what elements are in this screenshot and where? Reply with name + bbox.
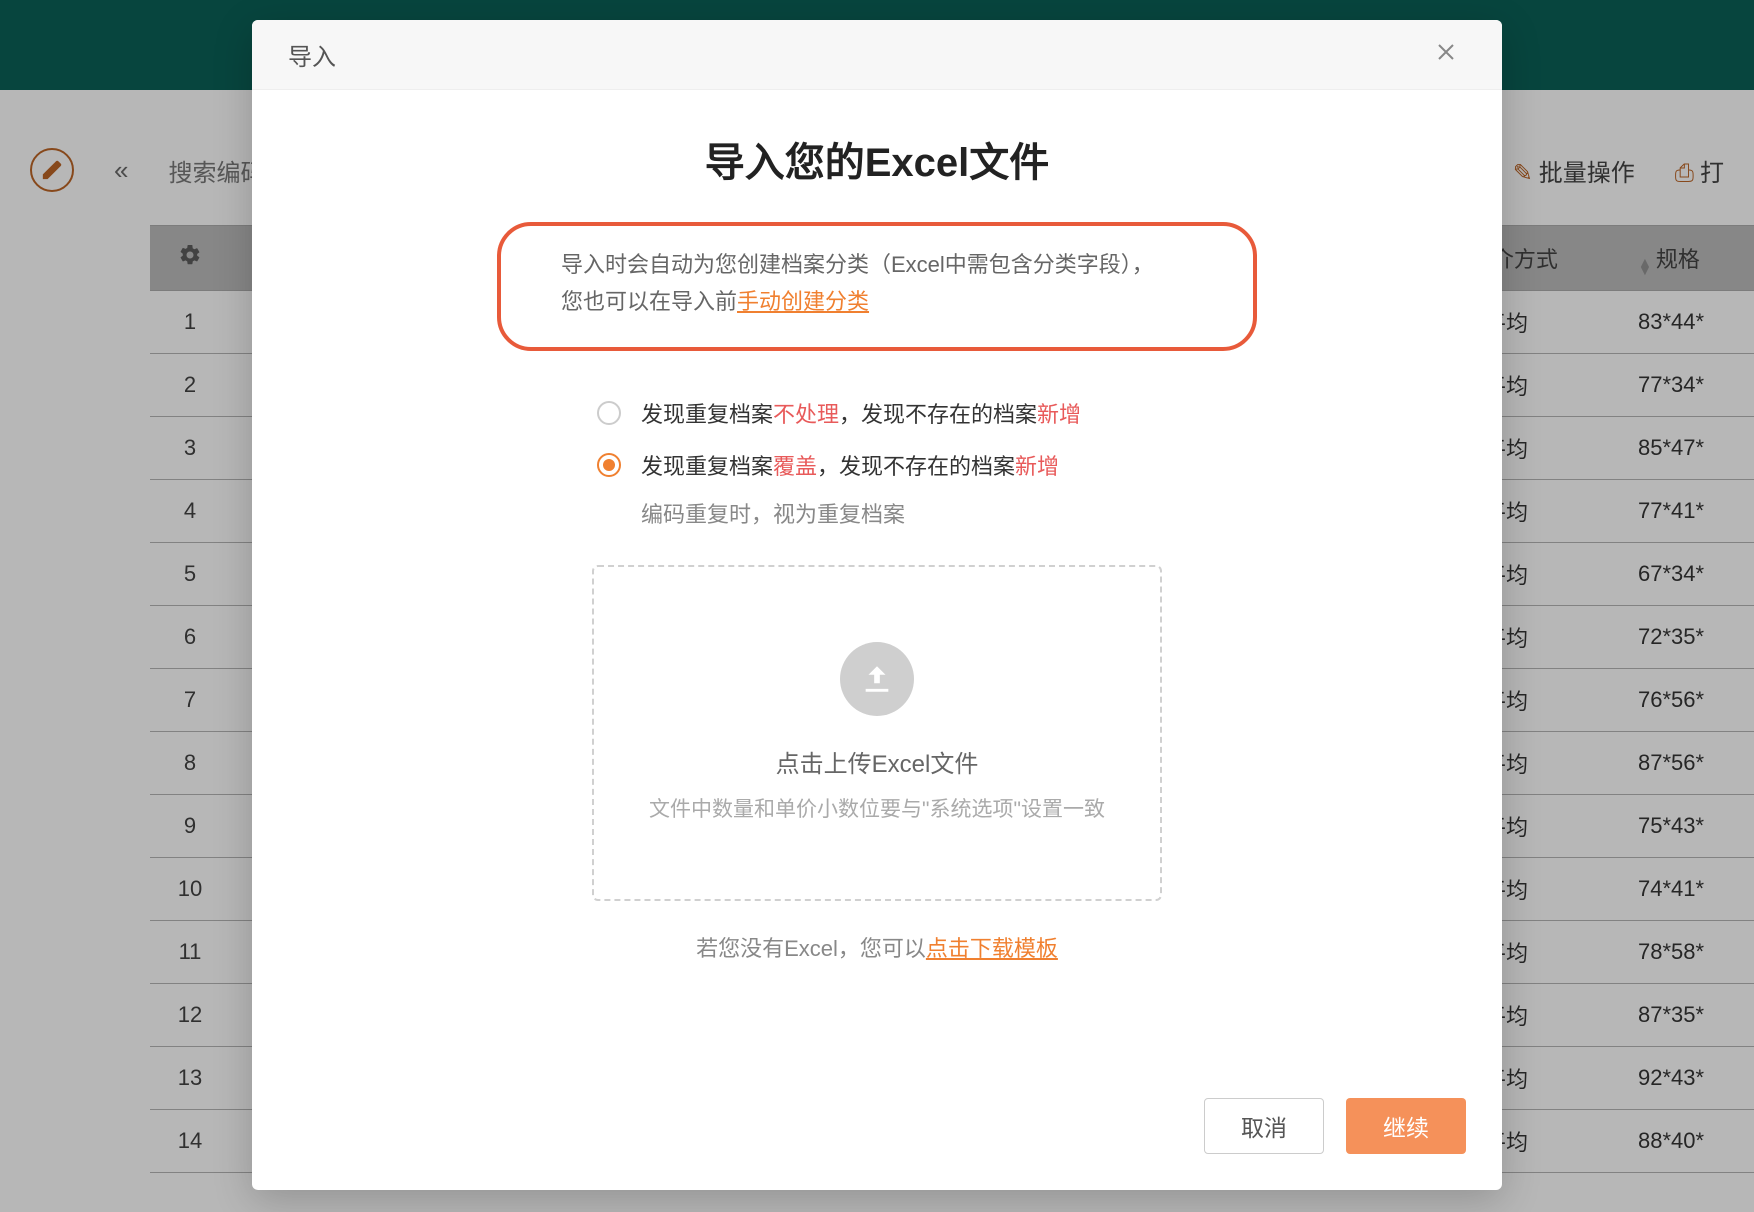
modal-footer: 取消 继续	[252, 1074, 1502, 1190]
radio-label-2: 发现重复档案覆盖，发现不存在的档案新增	[641, 449, 1059, 481]
download-template-link[interactable]: 点击下载模板	[926, 936, 1058, 961]
upload-title: 点击上传Excel文件	[776, 744, 979, 779]
radio-icon	[597, 453, 621, 477]
upload-icon	[840, 642, 914, 716]
import-modal: 导入 导入您的Excel文件 导入时会自动为您创建档案分类（Excel中需包含分…	[252, 20, 1502, 1190]
close-icon[interactable]	[1426, 35, 1466, 75]
hint-line-1: 导入时会自动为您创建档案分类（Excel中需包含分类字段），	[561, 246, 1193, 283]
modal-overlay: 导入 导入您的Excel文件 导入时会自动为您创建档案分类（Excel中需包含分…	[0, 0, 1754, 1212]
template-line: 若您没有Excel，您可以点击下载模板	[312, 931, 1442, 963]
modal-body: 导入您的Excel文件 导入时会自动为您创建档案分类（Excel中需包含分类字段…	[252, 90, 1502, 1074]
hint-line-2: 您也可以在导入前手动创建分类	[561, 283, 1193, 320]
hint-box: 导入时会自动为您创建档案分类（Excel中需包含分类字段）， 您也可以在导入前手…	[497, 222, 1257, 351]
radio-icon	[597, 401, 621, 425]
duplicate-handling-group: 发现重复档案不处理，发现不存在的档案新增 发现重复档案覆盖，发现不存在的档案新增…	[597, 387, 1157, 529]
manual-create-link[interactable]: 手动创建分类	[737, 289, 869, 314]
modal-header: 导入	[252, 20, 1502, 90]
cancel-button[interactable]: 取消	[1204, 1098, 1324, 1154]
upload-dropzone[interactable]: 点击上传Excel文件 文件中数量和单价小数位要与"系统选项"设置一致	[592, 565, 1162, 901]
radio-label-1: 发现重复档案不处理，发现不存在的档案新增	[641, 397, 1081, 429]
modal-main-title: 导入您的Excel文件	[312, 130, 1442, 188]
radio-option-overwrite[interactable]: 发现重复档案覆盖，发现不存在的档案新增	[597, 439, 1157, 491]
upload-subtitle: 文件中数量和单价小数位要与"系统选项"设置一致	[649, 793, 1105, 823]
continue-button[interactable]: 继续	[1346, 1098, 1466, 1154]
radio-option-skip[interactable]: 发现重复档案不处理，发现不存在的档案新增	[597, 387, 1157, 439]
modal-title: 导入	[288, 37, 336, 72]
radio-note: 编码重复时，视为重复档案	[597, 497, 1157, 529]
